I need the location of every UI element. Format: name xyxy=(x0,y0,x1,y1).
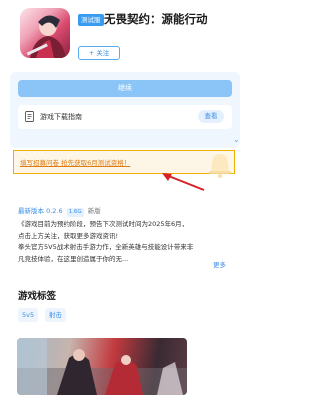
more-link[interactable]: 更多 xyxy=(213,259,226,269)
download-guide-label: 游戏下载指南 xyxy=(40,113,82,121)
size-badge: 1.6G xyxy=(66,208,84,217)
download-guide-row[interactable]: 游戏下载指南 查看 xyxy=(18,105,232,129)
description-line: 《游戏目前为预约阶段，预告下次测试时间为2025年6月， xyxy=(18,220,189,228)
bell-icon xyxy=(209,154,231,178)
character-art-icon xyxy=(26,15,66,58)
continue-button[interactable]: 继续 xyxy=(18,80,232,97)
follow-button[interactable]: + 关注 xyxy=(78,46,120,60)
tag-5v5[interactable]: 5v5 xyxy=(18,308,39,322)
app-icon[interactable] xyxy=(20,8,70,58)
app-title: 无畏契约：源能行动 xyxy=(104,12,208,26)
version-label: 最新版本 0.2.6 xyxy=(18,207,63,215)
description-line: 点击上方关注，获取更多游戏资讯! xyxy=(18,231,119,240)
test-server-badge: 测试服 xyxy=(78,14,104,26)
version-info: 最新版本 0.2.6 1.6G 新版 xyxy=(18,205,101,217)
chevron-down-icon[interactable]: ⌄ xyxy=(233,135,240,144)
tags-section-title: 游戏标签 xyxy=(18,291,57,302)
survey-link[interactable]: 填写招募问卷 抢先获取6月测试资格！ xyxy=(20,157,130,167)
view-guide-button[interactable]: 查看 xyxy=(198,110,224,123)
description-line: 凡竞技体验，在这里创造属于你的无... xyxy=(18,254,129,263)
tag-shooter[interactable]: 射击 xyxy=(45,308,66,322)
game-screenshot[interactable] xyxy=(17,338,187,395)
description-line: 拳头官方5V5战术射击手游力作，全新英雄与技能设计带来非 xyxy=(18,243,194,251)
survey-banner[interactable]: 填写招募问卷 抢先获取6月测试资格！ xyxy=(13,150,235,174)
annotation-arrow-icon xyxy=(162,173,205,191)
version-date: 新版 xyxy=(87,207,101,215)
app-header: 测试服 无畏契约：源能行动 + 关注 xyxy=(0,0,250,78)
game-description: 《游戏目前为预约阶段，预告下次测试时间为2025年6月， 点击上方关注，获取更多… xyxy=(18,219,233,265)
document-icon xyxy=(25,111,34,122)
gameplay-art-icon xyxy=(17,338,187,395)
